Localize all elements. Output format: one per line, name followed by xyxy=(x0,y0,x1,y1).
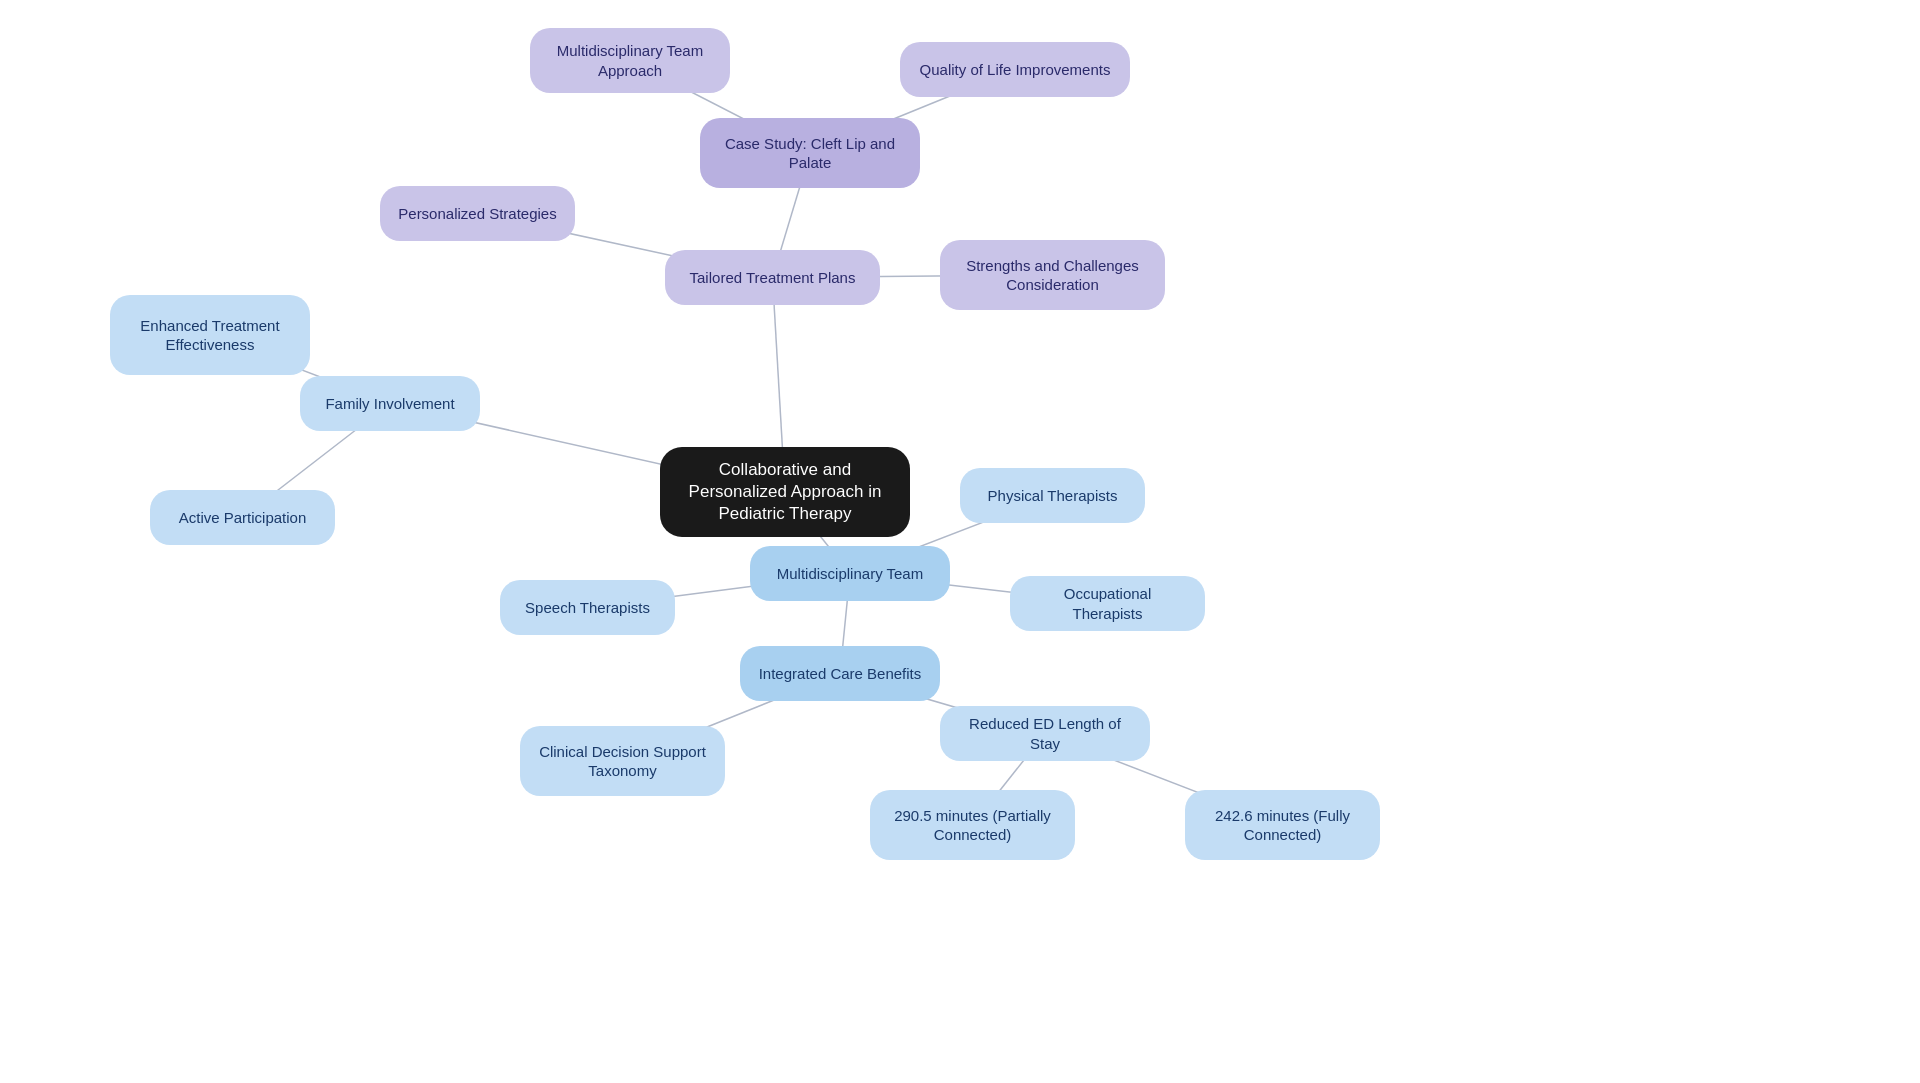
node-speech_therapists: Speech Therapists xyxy=(500,580,675,635)
node-active_participation: Active Participation xyxy=(150,490,335,545)
node-family_involvement: Family Involvement xyxy=(300,376,480,431)
node-clinical_decision: Clinical Decision Support Taxonomy xyxy=(520,726,725,796)
node-quality_of_life: Quality of Life Improvements xyxy=(900,42,1130,97)
node-occupational_therapists: Occupational Therapists xyxy=(1010,576,1205,631)
node-enhanced_treatment: Enhanced Treatment Effectiveness xyxy=(110,295,310,375)
node-center: Collaborative and Personalized Approach … xyxy=(660,447,910,537)
node-strengths_challenges: Strengths and Challenges Consideration xyxy=(940,240,1165,310)
node-minutes_290: 290.5 minutes (Partially Connected) xyxy=(870,790,1075,860)
node-case_study: Case Study: Cleft Lip and Palate xyxy=(700,118,920,188)
node-multidisciplinary_team: Multidisciplinary Team xyxy=(750,546,950,601)
node-tailored_treatment: Tailored Treatment Plans xyxy=(665,250,880,305)
node-minutes_242: 242.6 minutes (Fully Connected) xyxy=(1185,790,1380,860)
node-physical_therapists: Physical Therapists xyxy=(960,468,1145,523)
node-integrated_care: Integrated Care Benefits xyxy=(740,646,940,701)
node-reduced_ed: Reduced ED Length of Stay xyxy=(940,706,1150,761)
node-personalized_strategies: Personalized Strategies xyxy=(380,186,575,241)
node-multidisciplinary_team_approach: Multidisciplinary Team Approach xyxy=(530,28,730,93)
